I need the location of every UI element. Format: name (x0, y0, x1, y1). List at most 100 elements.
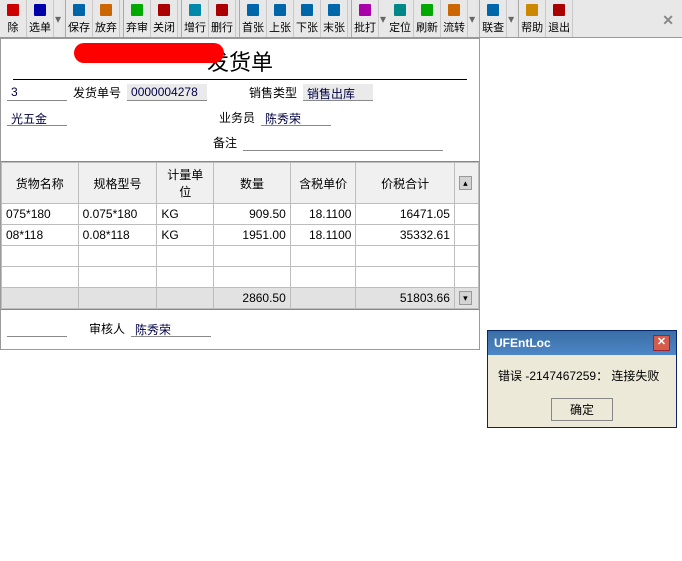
toolbar-弃审-button[interactable]: 弃审 (124, 0, 151, 37)
main-toolbar: 除选单▾保存放弃弃审关闭增行删行首张上张下张末张批打▾定位刷新流转▾联查▾帮助退… (0, 0, 682, 38)
cell-name: 08*118 (2, 225, 79, 246)
toolbar-label: 定位 (389, 19, 411, 35)
scroll-down-icon[interactable]: ▾ (459, 291, 472, 305)
cell-qty: 1951.00 (214, 225, 291, 246)
cust-code-field[interactable]: 3 (7, 84, 67, 101)
toolbar-label: 首张 (242, 19, 264, 35)
cust-name-field[interactable]: 光五金 (7, 109, 67, 126)
column-header[interactable]: 数量 (214, 163, 291, 204)
footer-blank-field[interactable] (7, 320, 67, 337)
column-header[interactable]: 价税合计 (356, 163, 454, 204)
下张-icon (299, 2, 315, 18)
toolbar-label: 上张 (269, 19, 291, 35)
toolbar-label: 选单 (29, 19, 51, 35)
toolbar-定位-button[interactable]: 定位 (387, 0, 414, 37)
批打-icon (357, 2, 373, 18)
dialog-message: 错误 -2147467259： 连接失败 (498, 367, 666, 384)
scroll-up-icon[interactable]: ▴ (459, 176, 472, 190)
sale-type-label: 销售类型 (249, 84, 297, 101)
table-row[interactable]: 075*1800.075*180KG909.5018.110016471.05 (2, 204, 479, 225)
toolbar-末张-button[interactable]: 末张 (321, 0, 348, 37)
toolbar-刷新-button[interactable]: 刷新 (414, 0, 441, 37)
toolbar-保存-button[interactable]: 保存 (66, 0, 93, 37)
bill-no-label: 发货单号 (73, 84, 121, 101)
toolbar-上张-button[interactable]: 上张 (267, 0, 294, 37)
error-dialog: UFEntLoc ✕ 错误 -2147467259： 连接失败 确定 (487, 330, 677, 428)
增行-icon (187, 2, 203, 18)
toolbar-帮助-button[interactable]: 帮助 (519, 0, 546, 37)
cell-unit: KG (157, 225, 214, 246)
operator-field[interactable]: 陈秀荣 (261, 109, 331, 126)
toolbar-除-button[interactable]: 除 (0, 0, 27, 37)
dialog-close-button[interactable]: ✕ (653, 335, 670, 351)
toolbar-放弃-button[interactable]: 放弃 (93, 0, 120, 37)
dropdown-arrow-icon[interactable]: ▾ (468, 0, 476, 37)
toolbar-label: 除 (8, 19, 19, 35)
table-row-empty[interactable] (2, 246, 479, 267)
cell-unit: KG (157, 204, 214, 225)
toolbar-退出-button[interactable]: 退出 (546, 0, 573, 37)
toolbar-label: 流转 (443, 19, 465, 35)
定位-icon (392, 2, 408, 18)
toolbar-label: 弃审 (126, 19, 148, 35)
toolbar-增行-button[interactable]: 增行 (182, 0, 209, 37)
totals-row: 2860.5051803.66▾ (2, 288, 479, 309)
cell-price: 18.1100 (290, 225, 356, 246)
cell-spec: 0.08*118 (78, 225, 157, 246)
toolbar-删行-button[interactable]: 删行 (209, 0, 236, 37)
sale-type-field[interactable]: 销售出库 (303, 84, 373, 101)
items-grid: 货物名称规格型号计量单位数量含税单价价税合计 ▴ 075*1800.075*180… (1, 161, 479, 310)
toolbar-label: 刷新 (416, 19, 438, 35)
toolbar-批打-button[interactable]: 批打 (352, 0, 379, 37)
dropdown-arrow-icon[interactable]: ▾ (507, 0, 515, 37)
toolbar-label: 删行 (211, 19, 233, 35)
toolbar-label: 末张 (323, 19, 345, 35)
cell-qty: 909.50 (214, 204, 291, 225)
toolbar-label: 帮助 (521, 19, 543, 35)
toolbar-流转-button[interactable]: 流转 (441, 0, 468, 37)
末张-icon (326, 2, 342, 18)
toolbar-选单-button[interactable]: 选单 (27, 0, 54, 37)
帮助-icon (524, 2, 540, 18)
保存-icon (71, 2, 87, 18)
除-icon (5, 2, 21, 18)
cell-amount: 35332.61 (356, 225, 454, 246)
cell-amount: 16471.05 (356, 204, 454, 225)
auditor-field[interactable]: 陈秀荣 (131, 320, 211, 337)
remark-field[interactable] (243, 134, 443, 151)
column-header[interactable]: 货物名称 (2, 163, 79, 204)
cell-price: 18.1100 (290, 204, 356, 225)
toolbar-首张-button[interactable]: 首张 (240, 0, 267, 37)
auditor-label: 审核人 (89, 320, 125, 337)
column-header[interactable]: 计量单位 (157, 163, 214, 204)
toolbar-label: 放弃 (95, 19, 117, 35)
toolbar-关闭-button[interactable]: 关闭 (151, 0, 178, 37)
column-header[interactable]: 规格型号 (78, 163, 157, 204)
选单-icon (32, 2, 48, 18)
toolbar-label: 关闭 (153, 19, 175, 35)
table-row-empty[interactable] (2, 267, 479, 288)
toolbar-联查-button[interactable]: 联查 (480, 0, 507, 37)
弃审-icon (129, 2, 145, 18)
删行-icon (214, 2, 230, 18)
toolbar-label: 保存 (68, 19, 90, 35)
redaction-mark (74, 43, 224, 63)
toolbar-label: 联查 (482, 19, 504, 35)
toolbar-label: 下张 (296, 19, 318, 35)
toolbar-label: 增行 (184, 19, 206, 35)
bill-no-field[interactable]: 0000004278 (127, 84, 207, 101)
window-close-icon[interactable]: ✕ (662, 12, 674, 29)
刷新-icon (419, 2, 435, 18)
联查-icon (485, 2, 501, 18)
dropdown-arrow-icon[interactable]: ▾ (379, 0, 387, 37)
关闭-icon (156, 2, 172, 18)
dropdown-arrow-icon[interactable]: ▾ (54, 0, 62, 37)
column-header[interactable]: 含税单价 (290, 163, 356, 204)
流转-icon (446, 2, 462, 18)
dialog-titlebar[interactable]: UFEntLoc ✕ (488, 331, 676, 355)
dialog-ok-button[interactable]: 确定 (551, 398, 613, 421)
toolbar-label: 退出 (548, 19, 570, 35)
table-row[interactable]: 08*1180.08*118KG1951.0018.110035332.61 (2, 225, 479, 246)
toolbar-下张-button[interactable]: 下张 (294, 0, 321, 37)
delivery-order-doc: 发货单 3 发货单号 0000004278 销售类型 销售出库 光五金 业务员 … (0, 38, 480, 350)
